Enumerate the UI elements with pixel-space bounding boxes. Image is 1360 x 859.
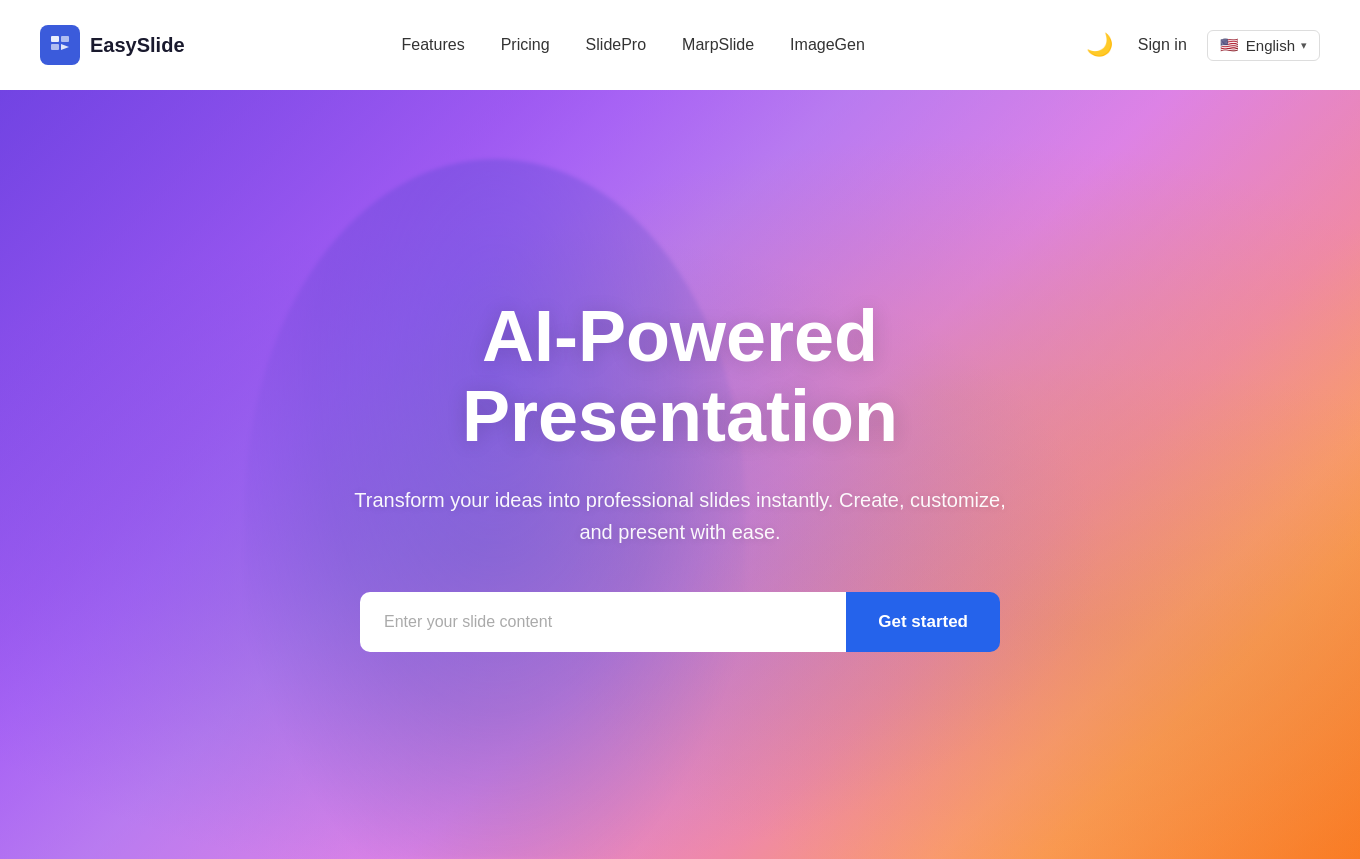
lang-label: English [1246, 37, 1295, 54]
hero-title: AI-Powered Presentation [340, 297, 1020, 455]
chevron-down-icon: ▾ [1301, 39, 1307, 52]
hero-subtitle: Transform your ideas into professional s… [340, 484, 1020, 548]
navbar: EasySlide Features Pricing SlidePro Marp… [0, 0, 1360, 90]
hero-cta-group: Get started [360, 592, 1000, 652]
svg-rect-1 [61, 36, 69, 42]
flag-icon: 🇺🇸 [1220, 38, 1240, 52]
svg-rect-2 [51, 44, 59, 50]
slide-content-input[interactable] [360, 592, 846, 652]
hero-section: AI-Powered Presentation Transform your i… [0, 90, 1360, 859]
nav-links: Features Pricing SlidePro MarpSlide Imag… [402, 36, 865, 54]
nav-link-features[interactable]: Features [402, 36, 465, 54]
nav-link-slidepro[interactable]: SlidePro [586, 36, 646, 54]
logo-icon [40, 25, 80, 65]
sign-in-button[interactable]: Sign in [1138, 36, 1187, 54]
hero-content: AI-Powered Presentation Transform your i… [320, 297, 1040, 651]
svg-marker-3 [61, 44, 69, 50]
dark-mode-toggle[interactable]: 🌙 [1082, 27, 1118, 63]
nav-actions: 🌙 Sign in 🇺🇸 English ▾ [1082, 27, 1320, 63]
brand-name: EasySlide [90, 34, 185, 57]
nav-link-imagegen[interactable]: ImageGen [790, 36, 865, 54]
nav-link-pricing[interactable]: Pricing [501, 36, 550, 54]
brand-logo-link[interactable]: EasySlide [40, 25, 185, 65]
svg-rect-0 [51, 36, 59, 42]
get-started-button[interactable]: Get started [846, 592, 1000, 652]
nav-link-marpslide[interactable]: MarpSlide [682, 36, 754, 54]
language-selector[interactable]: 🇺🇸 English ▾ [1207, 30, 1320, 61]
